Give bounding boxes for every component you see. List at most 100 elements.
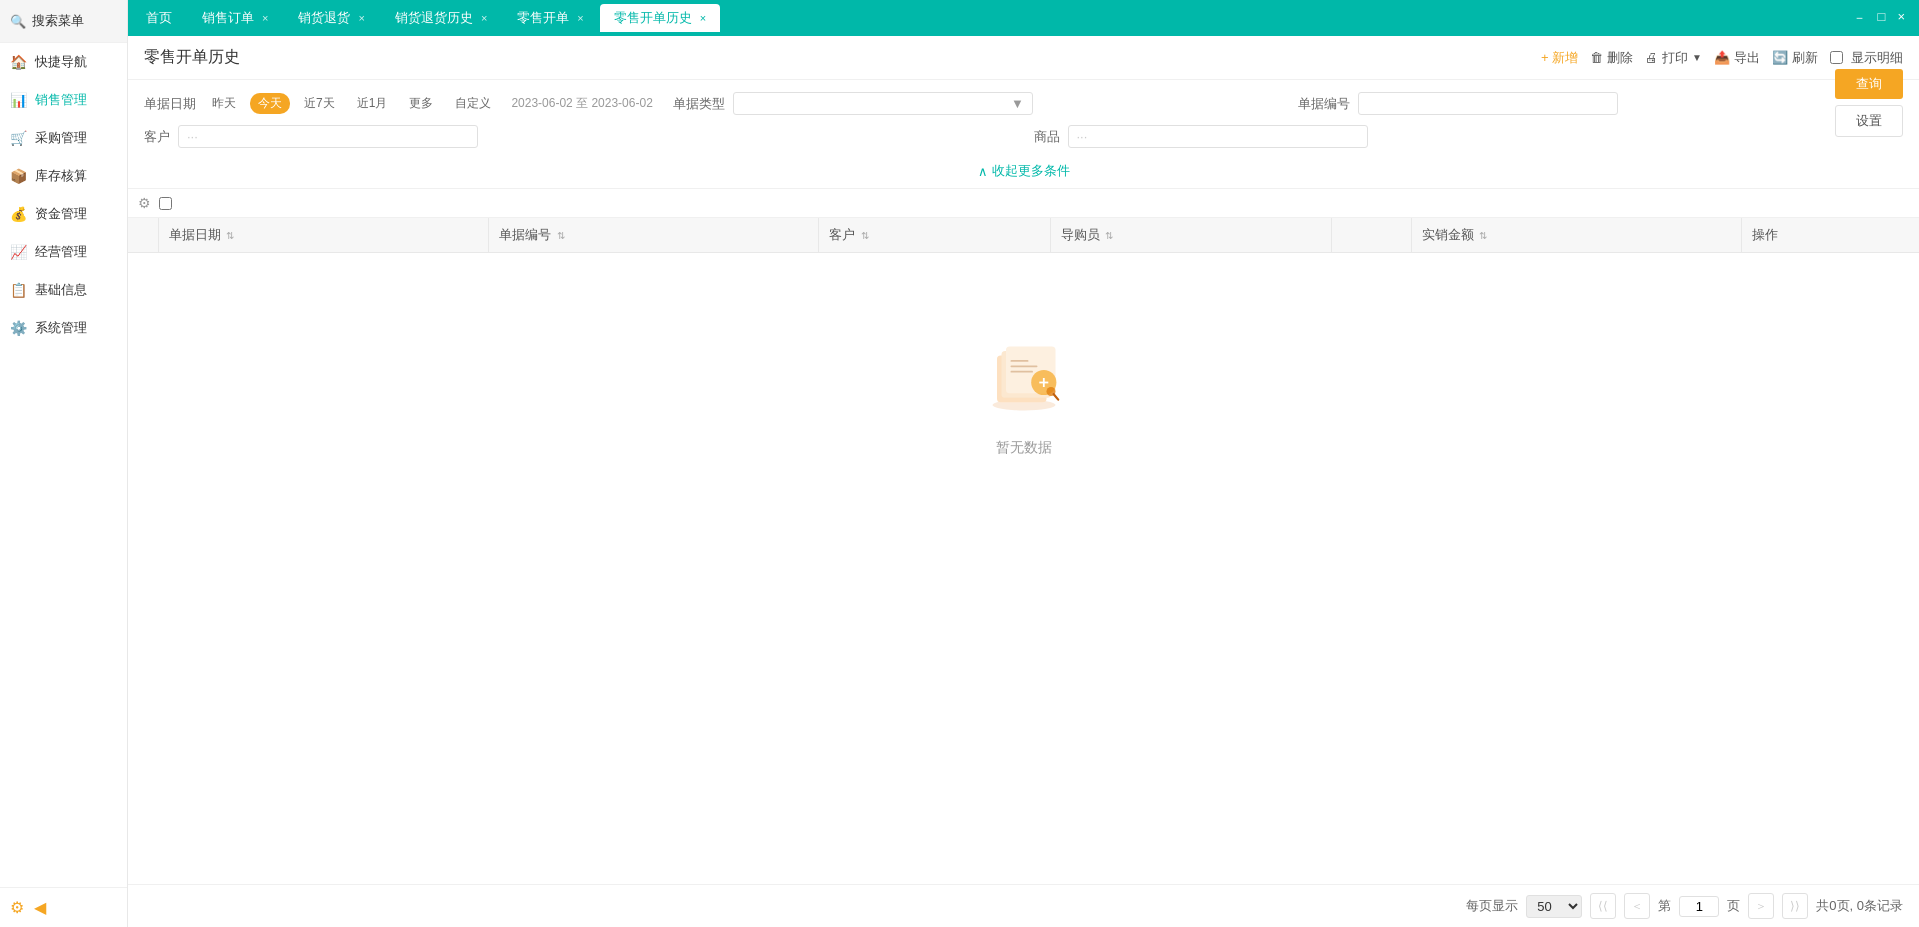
sidebar-item-finance[interactable]: 💰 资金管理 [0,195,127,233]
tab-retail-open-history-close[interactable]: × [700,12,706,24]
date-range-display: 2023-06-02 至 2023-06-02 [511,95,652,112]
per-page-label: 每页显示 [1466,897,1518,915]
date-btn-custom[interactable]: 自定义 [447,93,499,114]
svg-rect-9 [1010,360,1028,362]
collapse-filter-label: 收起更多条件 [992,162,1070,180]
tab-home[interactable]: 首页 [132,4,186,32]
sidebar-item-sales-mgmt[interactable]: 📊 销售管理 [0,81,127,119]
empty-state: 暂无数据 [128,253,1919,537]
close-button[interactable]: × [1897,9,1905,27]
tab-sales-return[interactable]: 销货退货 × [284,4,378,32]
display-detail-toggle[interactable]: 显示明细 [1830,49,1903,67]
date-btn-yesterday[interactable]: 昨天 [204,93,244,114]
page-title: 零售开单历史 [144,47,240,68]
goods-filter: 商品 ··· [1034,125,1904,148]
customer-dots[interactable]: ··· [187,129,198,144]
next-page-button[interactable]: ＞ [1748,893,1774,919]
sidebar-item-system[interactable]: ⚙️ 系统管理 [0,309,127,347]
pagination: 每页显示 10 20 50 100 ⟨⟨ ＜ 第 页 ＞ ⟩⟩ 共0页, 0条记… [128,884,1919,927]
maximize-button[interactable]: □ [1878,9,1886,27]
date-btn-today[interactable]: 今天 [250,93,290,114]
query-buttons: 查询 设置 [1835,69,1903,137]
svg-rect-10 [1010,365,1037,367]
settings-bottom-icon[interactable]: ⚙ [10,898,24,917]
date-btn-more[interactable]: 更多 [401,93,441,114]
customer-filter-label: 客户 [144,128,170,146]
filter-collapse-row: ∧ 收起更多条件 [144,158,1903,180]
per-page-select[interactable]: 10 20 50 100 [1526,895,1582,918]
type-select[interactable]: ▼ [733,92,1033,115]
sidebar-item-label: 库存核算 [35,167,87,185]
sidebar-item-quick-nav[interactable]: 🏠 快捷导航 [0,43,127,81]
sort-guide-icon[interactable]: ⇅ [1105,230,1113,241]
date-buttons: 昨天 今天 近7天 近1月 更多 自定义 [204,93,499,114]
settings-button[interactable]: 设置 [1835,105,1903,137]
filter-row-2: 客户 ··· 商品 ··· [144,125,1903,148]
col-guide: 导购员 ⇅ [1050,218,1331,253]
query-button[interactable]: 查询 [1835,69,1903,99]
print-button[interactable]: 🖨 打印 ▼ [1645,49,1702,67]
tab-sales-return-history[interactable]: 销货退货历史 × [381,4,501,32]
tab-sales-order[interactable]: 销售订单 × [188,4,282,32]
goods-select[interactable]: ··· [1068,125,1368,148]
collapse-filter-button[interactable]: ∧ 收起更多条件 [978,162,1070,180]
delete-button[interactable]: 🗑 删除 [1590,49,1633,67]
sidebar-item-inventory[interactable]: 📦 库存核算 [0,157,127,195]
goods-dots[interactable]: ··· [1077,129,1088,144]
sidebar-item-label: 快捷导航 [35,53,87,71]
inventory-icon: 📦 [10,168,27,184]
date-btn-1month[interactable]: 近1月 [349,93,396,114]
col-number: 单据编号 ⇅ [488,218,818,253]
tab-retail-open-history[interactable]: 零售开单历史 × [600,4,720,32]
page-go-label: 第 [1658,897,1671,915]
sidebar-item-label: 采购管理 [35,129,87,147]
tab-retail-open[interactable]: 零售开单 × [503,4,597,32]
export-button[interactable]: 📤 导出 [1714,49,1760,67]
col-date: 单据日期 ⇅ [158,218,488,253]
base-info-icon: 📋 [10,282,27,298]
delete-icon: 🗑 [1590,50,1603,65]
tab-retail-open-close[interactable]: × [577,12,583,24]
page-header: 零售开单历史 + 新增 🗑 删除 🖨 打印 ▼ 📤 导出 🔄 刷新 [128,36,1919,80]
sales-icon: 📊 [10,92,27,108]
display-detail-checkbox[interactable] [1830,51,1843,64]
toolbar: + 新增 🗑 删除 🖨 打印 ▼ 📤 导出 🔄 刷新 显示明细 [1541,49,1903,67]
system-icon: ⚙️ [10,320,27,336]
number-filter: 单据编号 [1298,92,1903,115]
prev-page-button[interactable]: ＜ [1624,893,1650,919]
refresh-button[interactable]: 🔄 刷新 [1772,49,1818,67]
tab-sales-order-close[interactable]: × [262,12,268,24]
filter-row-1: 单据日期 昨天 今天 近7天 近1月 更多 自定义 2023-06-02 至 2… [144,92,1903,115]
tab-retail-open-label: 零售开单 [517,9,569,27]
minimize-button[interactable]: － [1853,9,1866,27]
table-area: ⚙ 单据日期 ⇅ 单据编号 ⇅ 客户 ⇅ [128,189,1919,884]
filter-area: 单据日期 昨天 今天 近7天 近1月 更多 自定义 2023-06-02 至 2… [128,80,1919,189]
sort-amount-icon[interactable]: ⇅ [1479,230,1487,241]
type-filter: 单据类型 ▼ [673,92,1278,115]
page-number-input[interactable] [1679,896,1719,917]
sidebar-item-base-info[interactable]: 📋 基础信息 [0,271,127,309]
print-chevron-icon: ▼ [1692,52,1702,63]
customer-select[interactable]: ··· [178,125,478,148]
sidebar-item-operations[interactable]: 📈 经营管理 [0,233,127,271]
sort-date-icon[interactable]: ⇅ [226,230,234,241]
sidebar-item-purchase-mgmt[interactable]: 🛒 采购管理 [0,119,127,157]
sort-customer-icon[interactable]: ⇅ [861,230,869,241]
col-customer: 客户 ⇅ [819,218,1050,253]
tab-sales-return-history-close[interactable]: × [481,12,487,24]
sidebar-item-label: 系统管理 [35,319,87,337]
col-amount: 实销金额 ⇅ [1411,218,1741,253]
number-input[interactable] [1358,92,1618,115]
table-settings-icon[interactable]: ⚙ [138,195,151,211]
date-btn-7days[interactable]: 近7天 [296,93,343,114]
sidebar-search[interactable]: 🔍 搜索菜单 [0,0,127,43]
select-all-checkbox[interactable] [159,197,172,210]
sort-number-icon[interactable]: ⇅ [557,230,565,241]
first-page-button[interactable]: ⟨⟨ [1590,893,1616,919]
last-page-button[interactable]: ⟩⟩ [1782,893,1808,919]
collapse-sidebar-icon[interactable]: ◀ [34,898,46,917]
window-controls: － □ × [1853,9,1915,27]
add-button[interactable]: + 新增 [1541,49,1578,67]
date-filter: 单据日期 昨天 今天 近7天 近1月 更多 自定义 2023-06-02 至 2… [144,93,653,114]
tab-sales-return-close[interactable]: × [358,12,364,24]
